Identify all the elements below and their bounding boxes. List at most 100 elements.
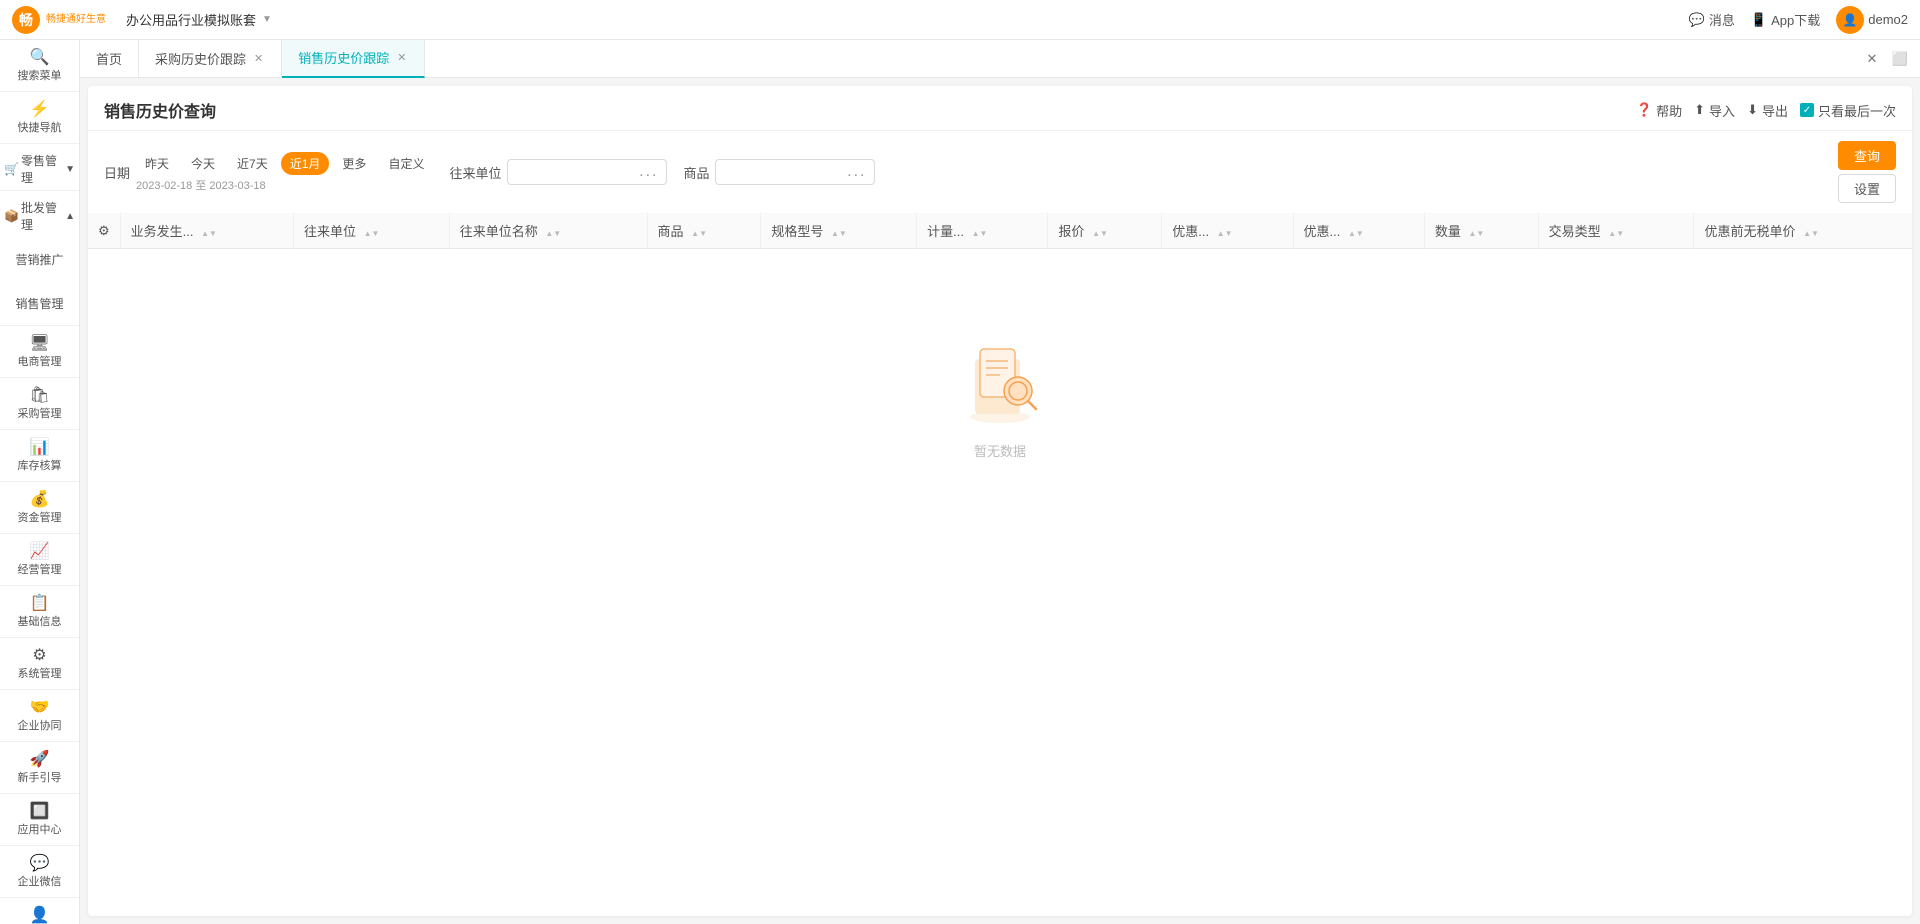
sidebar-item-wechat[interactable]: 💬 企业微信 — [0, 846, 79, 898]
close-icon[interactable]: ✕ — [395, 49, 408, 66]
table-wrapper: ⚙ 业务发生... ▲▼ 往来单位 ▲▼ 往来单位名称 — [88, 213, 1912, 548]
maximize-button[interactable]: ⬜ — [1888, 47, 1912, 71]
purchase-icon: 🛍 — [29, 385, 49, 405]
sidebar-item-ecommerce[interactable]: 🖥 电商管理 — [0, 326, 79, 378]
date-chip-last1m[interactable]: 近1月 — [281, 152, 330, 175]
content-area: 首页 采购历史价跟踪 ✕ 销售历史价跟踪 ✕ ✕ ⬜ 销售历史价查询 — [80, 40, 1920, 924]
checkbox-checked-icon: ✓ — [1800, 103, 1814, 117]
sidebar-item-label: 营销推广 — [15, 251, 63, 268]
date-chip-custom[interactable]: 自定义 — [379, 152, 433, 175]
app-download-button[interactable]: 📱 App下载 — [1751, 10, 1820, 29]
date-chip-yesterday[interactable]: 昨天 — [136, 152, 178, 175]
sidebar-item-inventory[interactable]: 📊 库存核算 — [0, 430, 79, 482]
sidebar-item-basic[interactable]: 📋 基础信息 — [0, 586, 79, 638]
system-icon: ⚙ — [32, 645, 46, 665]
date-chip-more[interactable]: 更多 — [333, 152, 375, 175]
close-icon[interactable]: ✕ — [252, 50, 265, 67]
finance-icon: 💰 — [30, 489, 50, 509]
table-col-quote[interactable]: 报价 ▲▼ — [1048, 213, 1162, 249]
table-col-discount1[interactable]: 优惠... ▲▼ — [1162, 213, 1293, 249]
sidebar-item-enterprise[interactable]: 🤝 企业协同 — [0, 690, 79, 742]
sidebar-item-label: 电商管理 — [18, 355, 62, 369]
import-icon: ⬆ — [1694, 102, 1705, 118]
sort-icon: ▲▼ — [972, 229, 988, 238]
col-label: 往来单位名称 — [460, 224, 538, 239]
top-header: 畅 畅捷通好生意 办公用品行业模拟账套 ▼ 💬 消息 📱 App下载 👤 dem… — [0, 0, 1920, 40]
sidebar-item-finance[interactable]: 💰 资金管理 — [0, 482, 79, 534]
tab-bar-right: ✕ ⬜ — [1860, 47, 1920, 71]
sort-icon: ▲▼ — [1217, 229, 1233, 238]
user-button[interactable]: 👤 demo2 — [1836, 6, 1908, 34]
sidebar: 🔍 搜索菜单 ⚡ 快捷导航 🛒 零售管理 ▼ 📦 批发管理 ▲ 营销推广 — [0, 40, 80, 924]
ecommerce-icon: 🖥 — [29, 333, 49, 353]
only-last-checkbox[interactable]: ✓ 只看最后一次 — [1800, 101, 1896, 120]
table-col-discount2[interactable]: 优惠... ▲▼ — [1293, 213, 1424, 249]
product-filter-group: 商品 ... — [683, 159, 875, 185]
table-col-biz-date[interactable]: 业务发生... ▲▼ — [120, 213, 293, 249]
help-icon: ❓ — [1636, 102, 1652, 118]
table-col-quantity[interactable]: 数量 ▲▼ — [1424, 213, 1538, 249]
product-input[interactable]: ... — [715, 159, 875, 185]
sidebar-item-member[interactable]: 👤 畅会员 — [0, 898, 79, 924]
sidebar-item-shortcut[interactable]: ⚡ 快捷导航 — [0, 92, 79, 144]
sidebar-item-purchase[interactable]: 🛍 采购管理 — [0, 378, 79, 430]
table-col-spec[interactable]: 规格型号 ▲▼ — [761, 213, 917, 249]
date-filter-group: 日期 昨天 今天 近7天 近1月 更多 自定义 2023-02-18 至 202… — [104, 152, 433, 193]
table-gear-header[interactable]: ⚙ — [88, 213, 120, 249]
partner-filter-group: 往来单位 ... — [449, 159, 667, 185]
import-button[interactable]: ⬆ 导入 — [1694, 101, 1735, 120]
avatar-icon: 👤 — [1843, 13, 1858, 27]
table-col-product[interactable]: 商品 ▲▼ — [647, 213, 761, 249]
tab-home[interactable]: 首页 — [80, 40, 139, 78]
date-chips: 昨天 今天 近7天 近1月 更多 自定义 — [136, 152, 433, 175]
search-icon: 🔍 — [30, 47, 50, 67]
sidebar-item-apps[interactable]: 🔲 应用中心 — [0, 794, 79, 846]
table-col-partner-code[interactable]: 往来单位 ▲▼ — [293, 213, 449, 249]
help-button[interactable]: ❓ 帮助 — [1636, 101, 1682, 120]
app-selector[interactable]: 办公用品行业模拟账套 ▼ — [118, 6, 280, 33]
settings-button[interactable]: 设置 — [1838, 174, 1896, 203]
table-col-unit[interactable]: 计量... ▲▼ — [917, 213, 1048, 249]
tab-purchase-history[interactable]: 采购历史价跟踪 ✕ — [139, 40, 282, 78]
product-dots-icon: ... — [847, 163, 866, 181]
table-col-partner-name[interactable]: 往来单位名称 ▲▼ — [449, 213, 647, 249]
tab-home-label: 首页 — [96, 49, 122, 68]
partner-input[interactable]: ... — [507, 159, 667, 185]
table-col-trade-type[interactable]: 交易类型 ▲▼ — [1538, 213, 1694, 249]
message-button[interactable]: 💬 消息 — [1689, 10, 1735, 29]
logo-icon: 畅 — [12, 6, 40, 34]
filter-bar: 日期 昨天 今天 近7天 近1月 更多 自定义 2023-02-18 至 202… — [88, 131, 1912, 213]
only-last-label: 只看最后一次 — [1818, 101, 1896, 120]
sidebar-item-newbie[interactable]: 🚀 新手引导 — [0, 742, 79, 794]
sidebar-item-marketing[interactable]: 营销推广 — [0, 237, 79, 281]
close-tab-button[interactable]: ✕ — [1860, 47, 1884, 71]
header-right: 💬 消息 📱 App下载 👤 demo2 — [1689, 6, 1908, 34]
newbie-icon: 🚀 — [30, 749, 50, 769]
query-button[interactable]: 查询 — [1838, 141, 1896, 170]
date-chip-today[interactable]: 今天 — [182, 152, 224, 175]
sidebar-item-operations[interactable]: 📈 经营管理 — [0, 534, 79, 586]
sidebar-item-retail[interactable]: 🛒 零售管理 ▼ — [0, 144, 79, 190]
sidebar-item-system[interactable]: ⚙ 系统管理 — [0, 638, 79, 690]
table-col-no-tax-price[interactable]: 优惠前无税单价 ▲▼ — [1694, 213, 1912, 249]
sort-icon: ▲▼ — [1348, 229, 1364, 238]
sidebar-item-search[interactable]: 🔍 搜索菜单 — [0, 40, 79, 92]
sidebar-item-label: 系统管理 — [18, 667, 62, 681]
sidebar-item-sales[interactable]: 销售管理 — [0, 281, 79, 325]
col-label: 业务发生... — [131, 224, 194, 239]
message-icon: 💬 — [1689, 12, 1705, 28]
partner-filter-label: 往来单位 — [449, 163, 501, 182]
sidebar-item-wholesale[interactable]: 📦 批发管理 ▲ — [0, 191, 79, 237]
sidebar-item-label: 企业微信 — [18, 875, 62, 889]
chevron-up-icon: ▲ — [65, 211, 75, 222]
table-header-row: ⚙ 业务发生... ▲▼ 往来单位 ▲▼ 往来单位名称 — [88, 213, 1912, 249]
date-chip-last7[interactable]: 近7天 — [228, 152, 277, 175]
col-label: 优惠前无税单价 — [1704, 224, 1795, 239]
export-button[interactable]: ⬇ 导出 — [1747, 101, 1788, 120]
message-label: 消息 — [1709, 10, 1735, 29]
avatar: 👤 — [1836, 6, 1864, 34]
tab-bar: 首页 采购历史价跟踪 ✕ 销售历史价跟踪 ✕ ✕ ⬜ — [80, 40, 1920, 78]
tab-sales-history[interactable]: 销售历史价跟踪 ✕ — [282, 40, 425, 78]
sort-icon: ▲▼ — [364, 229, 380, 238]
col-label: 报价 — [1058, 224, 1084, 239]
